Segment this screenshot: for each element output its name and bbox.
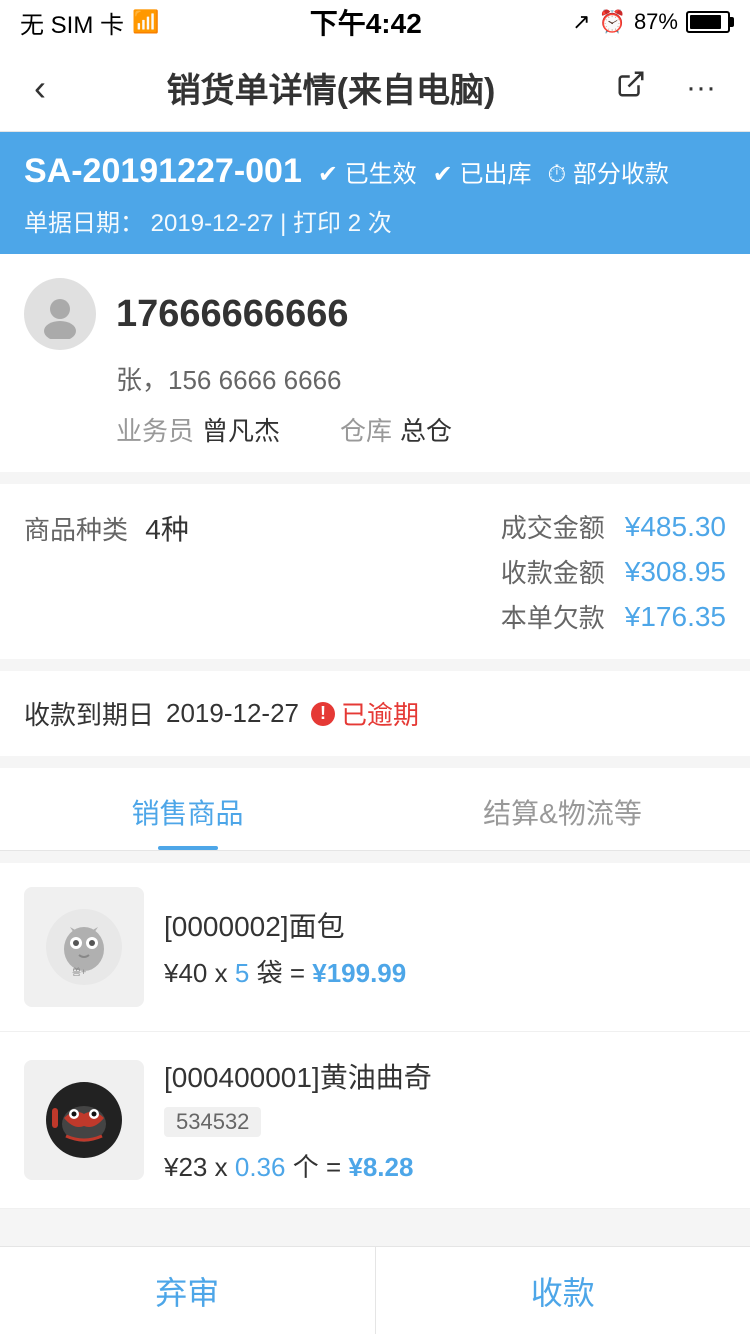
qty-2: 0.36 bbox=[235, 1152, 286, 1182]
overdue-icon: ! bbox=[311, 702, 335, 726]
category-label: 商品种类 bbox=[24, 515, 128, 545]
owed-label: 本单欠款 bbox=[501, 598, 605, 635]
stats-left: 商品种类 4种 bbox=[24, 508, 189, 548]
overdue-text: 已逾期 bbox=[341, 695, 419, 732]
customer-meta: 业务员 曾凡杰 仓库 总仓 bbox=[116, 411, 726, 448]
tab-sales-products[interactable]: 销售商品 bbox=[0, 768, 375, 850]
collect-label: 收款 bbox=[531, 1268, 595, 1314]
overdue-badge: ! 已逾期 bbox=[311, 695, 419, 732]
header-banner: SA-20191227-001 ✔ 已生效 ✔ 已出库 ⏱ 部分收款 单据日期：… bbox=[0, 132, 750, 254]
owed-amount: ¥176.35 bbox=[625, 601, 726, 633]
warehouse-meta: 仓库 总仓 bbox=[340, 411, 452, 448]
product-thumb-2 bbox=[24, 1060, 144, 1180]
alarm-icon: ⏰ bbox=[599, 9, 626, 35]
sales-label: 业务员 bbox=[116, 411, 194, 448]
svg-text:兽+: 兽+ bbox=[72, 966, 86, 977]
eq-1: = bbox=[290, 958, 312, 988]
share-button[interactable] bbox=[606, 59, 656, 117]
customer-top: 17666666666 bbox=[24, 278, 726, 350]
collected-amount: ¥308.95 bbox=[625, 556, 726, 588]
separator: | bbox=[280, 210, 293, 237]
collect-button[interactable]: 收款 bbox=[376, 1247, 750, 1334]
eq-2: = bbox=[326, 1152, 348, 1182]
header-id-row: SA-20191227-001 ✔ 已生效 ✔ 已出库 ⏱ 部分收款 bbox=[24, 152, 726, 191]
stats-row: 商品种类 4种 成交金额 ¥485.30 收款金额 ¥308.95 本单欠款 ¥… bbox=[24, 508, 726, 635]
price-x-2: x bbox=[215, 1152, 235, 1182]
price-val-1: ¥40 bbox=[164, 958, 207, 988]
status-badge-shipped: ✔ 已出库 bbox=[433, 154, 532, 189]
status-bar: 无 SIM 卡 📶 下午4:42 ↗ ⏰ 87% bbox=[0, 0, 750, 44]
status-badge-partial: ⏱ 部分收款 bbox=[547, 154, 668, 189]
price-val-2: ¥23 bbox=[164, 1152, 207, 1182]
product-info-2: [000400001]黄油曲奇 534532 ¥23 x 0.36 个 = ¥8… bbox=[164, 1056, 726, 1184]
tabs-bar: 销售商品 结算&物流等 bbox=[0, 768, 750, 851]
warehouse-value: 总仓 bbox=[400, 411, 452, 448]
nav-bar: ‹ 销货单详情(来自电脑) ··· bbox=[0, 44, 750, 132]
stats-section: 商品种类 4种 成交金额 ¥485.30 收款金额 ¥308.95 本单欠款 ¥… bbox=[0, 484, 750, 659]
customer-name: 17666666666 bbox=[116, 293, 348, 336]
cancel-review-label: 弃审 bbox=[155, 1268, 219, 1314]
product-name-2: [000400001]黄油曲奇 bbox=[164, 1056, 726, 1096]
order-date: 2019-12-27 bbox=[151, 210, 274, 237]
stats-right: 成交金额 ¥485.30 收款金额 ¥308.95 本单欠款 ¥176.35 bbox=[501, 508, 726, 635]
cancel-review-button[interactable]: 弃审 bbox=[0, 1247, 376, 1334]
category-value: 4种 bbox=[145, 514, 189, 545]
more-button[interactable]: ··· bbox=[676, 61, 726, 115]
product-price-1: ¥40 x 5 袋 = ¥199.99 bbox=[164, 953, 726, 990]
sales-meta: 业务员 曾凡杰 bbox=[116, 411, 280, 448]
avatar bbox=[24, 278, 96, 350]
warehouse-label: 仓库 bbox=[340, 411, 392, 448]
order-id: SA-20191227-001 bbox=[24, 152, 302, 191]
battery-icon bbox=[686, 11, 730, 33]
print-count: 2 bbox=[348, 210, 361, 237]
owed-line: 本单欠款 ¥176.35 bbox=[501, 598, 726, 635]
battery-percent: 87% bbox=[634, 9, 678, 35]
nav-actions: ··· bbox=[606, 59, 726, 117]
header-date: 单据日期： 2019-12-27 | 打印 2 次 bbox=[24, 203, 726, 238]
customer-sub: 张，156 6666 6666 bbox=[116, 360, 726, 397]
collected-line: 收款金额 ¥308.95 bbox=[501, 553, 726, 590]
wifi-icon: 📶 bbox=[132, 9, 159, 35]
product-info-1: [0000002]面包 ¥40 x 5 袋 = ¥199.99 bbox=[164, 905, 726, 990]
product-name-1: [0000002]面包 bbox=[164, 905, 726, 945]
print-label: 打印 bbox=[293, 210, 341, 237]
carrier-label: 无 SIM 卡 bbox=[20, 5, 124, 40]
deal-label: 成交金额 bbox=[501, 508, 605, 545]
due-date: 2019-12-27 bbox=[166, 698, 299, 729]
total-2: ¥8.28 bbox=[348, 1152, 413, 1182]
collected-label: 收款金额 bbox=[501, 553, 605, 590]
deal-amount: ¥485.30 bbox=[625, 511, 726, 543]
product-price-2: ¥23 x 0.36 个 = ¥8.28 bbox=[164, 1147, 726, 1184]
unit-2: 个 bbox=[293, 1152, 319, 1182]
due-label: 收款到期日 bbox=[24, 695, 154, 732]
due-section: 收款到期日 2019-12-27 ! 已逾期 bbox=[0, 671, 750, 756]
bottom-bar: 弃审 收款 bbox=[0, 1246, 750, 1334]
product-section: 兽+ [0000002]面包 ¥40 x 5 袋 = ¥199.99 bbox=[0, 863, 750, 1209]
location-icon: ↗ bbox=[572, 9, 590, 35]
product-badge-2: 534532 bbox=[164, 1107, 261, 1137]
status-badge-effected: ✔ 已生效 bbox=[318, 154, 417, 189]
unit-1: 袋 bbox=[257, 958, 283, 988]
status-right: ↗ ⏰ 87% bbox=[572, 9, 730, 35]
product-thumb-1: 兽+ bbox=[24, 887, 144, 1007]
product-item: 兽+ [0000002]面包 ¥40 x 5 袋 = ¥199.99 bbox=[0, 863, 750, 1032]
customer-section: 17666666666 张，156 6666 6666 业务员 曾凡杰 仓库 总… bbox=[0, 254, 750, 472]
back-button[interactable]: ‹ bbox=[24, 57, 56, 119]
tab-settlement[interactable]: 结算&物流等 bbox=[375, 768, 750, 850]
status-left: 无 SIM 卡 📶 bbox=[20, 5, 159, 40]
tab-sales-label: 销售商品 bbox=[131, 798, 243, 829]
tab-settlement-label: 结算&物流等 bbox=[483, 798, 642, 829]
page-title: 销货单详情(来自电脑) bbox=[167, 63, 496, 112]
deal-line: 成交金额 ¥485.30 bbox=[501, 508, 726, 545]
product-item-2: [000400001]黄油曲奇 534532 ¥23 x 0.36 个 = ¥8… bbox=[0, 1032, 750, 1209]
print-unit: 次 bbox=[368, 210, 392, 237]
price-x-1: x bbox=[215, 958, 235, 988]
qty-1: 5 bbox=[235, 958, 249, 988]
date-label: 单据日期： bbox=[24, 210, 144, 237]
sales-value: 曾凡杰 bbox=[202, 411, 280, 448]
total-1: ¥199.99 bbox=[312, 958, 406, 988]
time-label: 下午4:42 bbox=[310, 2, 422, 42]
